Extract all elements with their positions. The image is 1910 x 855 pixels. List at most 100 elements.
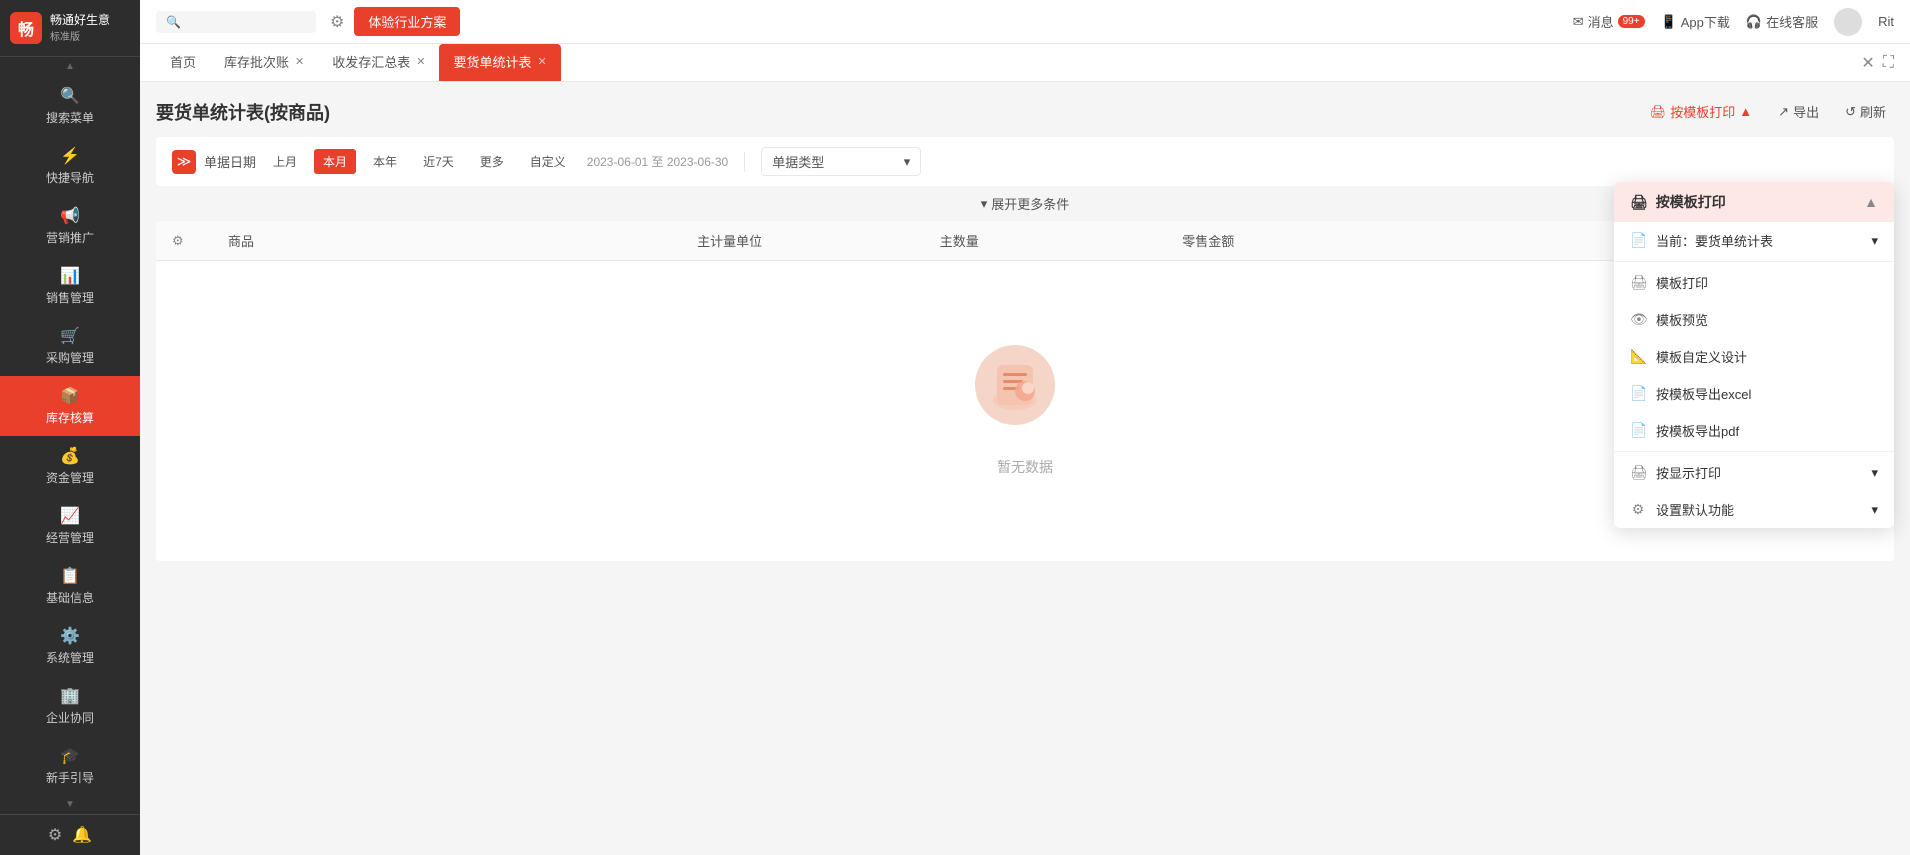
- trial-button[interactable]: 体验行业方案: [354, 7, 460, 36]
- column-qty: 主数量: [940, 231, 1167, 250]
- export-icon: ↗: [1778, 104, 1789, 120]
- newbie-icon: 🎓: [60, 746, 80, 766]
- finance-icon: 💰: [60, 446, 80, 466]
- set-default-icon: ⚙: [1630, 501, 1646, 518]
- quick-nav-icon: ⚡: [60, 146, 80, 166]
- sidebar-item-enterprise[interactable]: 🏢 企业协同: [0, 676, 140, 736]
- topbar: 🔍 ⚙ 体验行业方案 ✉ 消息 99+ 📱 App下载 🎧 在线客服 Rit: [140, 0, 1910, 44]
- sidebar-scroll-up[interactable]: ▲: [0, 57, 140, 76]
- avatar[interactable]: [1834, 8, 1862, 36]
- purchase-icon: 🛒: [60, 326, 80, 346]
- topbar-right: ✉ 消息 99+ 📱 App下载 🎧 在线客服 Rit: [1573, 8, 1894, 36]
- sidebar-item-newbie[interactable]: 🎓 新手引导: [0, 736, 140, 795]
- topbar-gear-icon[interactable]: ⚙: [330, 12, 344, 32]
- dropdown-template-print[interactable]: 🖨 模板打印: [1614, 264, 1894, 301]
- empty-text: 暂无数据: [997, 457, 1053, 477]
- dropdown-header: 🖨 按模板打印 ▲: [1614, 182, 1894, 222]
- tab-close-all-icon[interactable]: ✕: [1861, 53, 1874, 73]
- app-download-button[interactable]: 📱 App下载: [1661, 12, 1730, 31]
- dropdown-current-icon: 📄: [1630, 232, 1646, 249]
- template-design-icon: 📐: [1630, 348, 1646, 365]
- column-amount: 零售金额: [1182, 231, 1409, 250]
- sidebar-item-quick-nav[interactable]: ⚡ 快捷导航: [0, 136, 140, 196]
- expand-more-button[interactable]: ▾ 展开更多条件: [981, 194, 1070, 213]
- page-actions: 🖨 按模板打印 ▲ ↗ 导出 ↺ 刷新: [1642, 98, 1894, 125]
- filter-expand-icon[interactable]: ≫: [172, 150, 196, 174]
- dropdown-template-preview[interactable]: 👁 模板预览: [1614, 301, 1894, 338]
- print-template-button[interactable]: 🖨 按模板打印 ▲: [1642, 98, 1760, 125]
- column-unit: 主计量单位: [697, 231, 924, 250]
- tab-close-batch-account[interactable]: ✕: [295, 55, 304, 68]
- page-header: 要货单统计表(按商品) 🖨 按模板打印 ▲ ↗ 导出 ↺ 刷新: [156, 98, 1894, 125]
- empty-image: [975, 345, 1075, 445]
- order-type-select[interactable]: 单据类型 ▾: [761, 147, 921, 176]
- sidebar-scroll-down[interactable]: ▼: [0, 795, 140, 814]
- sidebar-item-marketing[interactable]: 📢 营销推广: [0, 196, 140, 256]
- sidebar-item-inventory[interactable]: 📦 库存核算: [0, 376, 140, 436]
- app-download-icon: 📱: [1661, 14, 1677, 30]
- sidebar-logo: 畅 畅通好生意 标准版: [0, 0, 140, 57]
- export-excel-icon: 📄: [1630, 385, 1646, 402]
- date-btn-current-month[interactable]: 本月: [314, 149, 356, 174]
- sidebar-item-finance[interactable]: 💰 资金管理: [0, 436, 140, 496]
- sidebar-item-system[interactable]: ⚙️ 系统管理: [0, 616, 140, 676]
- tab-close-order-stats[interactable]: ✕: [538, 55, 547, 68]
- sidebar-item-purchase[interactable]: 🛒 采购管理: [0, 316, 140, 376]
- tabs-right-controls: ✕ ⛶: [1861, 53, 1894, 73]
- dropdown-menu: 🖨 按模板打印 ▲ 📄 当前：要货单统计表 ▾ 🖨 模板打印 👁 模板预览: [1614, 182, 1894, 528]
- sidebar: 畅 畅通好生意 标准版 ▲ 🔍 搜索菜单 ⚡ 快捷导航 📢 营销推广 📊 销售管…: [0, 0, 140, 855]
- filter-bar: ≫ 单据日期 上月 本月 本年 近7天 更多 自定义 2023-06-01 至 …: [156, 137, 1894, 186]
- date-range-display: 2023-06-01 至 2023-06-30: [587, 153, 728, 170]
- search-icon: 🔍: [60, 86, 80, 106]
- enterprise-icon: 🏢: [60, 686, 80, 706]
- dropdown-divider-1: [1614, 261, 1894, 262]
- basic-icon: 📋: [60, 566, 80, 586]
- refresh-icon: ↺: [1845, 104, 1856, 120]
- set-default-arrow: ▾: [1871, 502, 1878, 518]
- online-service-button[interactable]: 🎧 在线客服: [1746, 12, 1818, 31]
- dropdown-set-default[interactable]: ⚙ 设置默认功能 ▾: [1614, 491, 1894, 528]
- display-print-icon: 🖨: [1630, 464, 1646, 481]
- dropdown-export-pdf[interactable]: 📄 按模板导出pdf: [1614, 412, 1894, 449]
- refresh-button[interactable]: ↺ 刷新: [1837, 98, 1894, 125]
- export-button[interactable]: ↗ 导出: [1770, 98, 1827, 125]
- export-pdf-icon: 📄: [1630, 422, 1646, 439]
- display-print-arrow: ▾: [1871, 465, 1878, 481]
- topbar-search[interactable]: 🔍: [156, 11, 316, 33]
- dropdown-template-design[interactable]: 📐 模板自定义设计: [1614, 338, 1894, 375]
- marketing-icon: 📢: [60, 206, 80, 226]
- tab-expand-icon[interactable]: ⛶: [1883, 54, 1894, 72]
- column-settings-icon[interactable]: ⚙: [172, 233, 212, 249]
- settings-icon[interactable]: ⚙: [48, 825, 62, 845]
- date-btn-current-year[interactable]: 本年: [364, 149, 406, 174]
- tab-batch-account[interactable]: 库存批次账 ✕: [210, 44, 318, 81]
- sidebar-nav: 🔍 搜索菜单 ⚡ 快捷导航 📢 营销推广 📊 销售管理 🛒 采购管理 📦 库存核…: [0, 76, 140, 795]
- sound-icon[interactable]: 🔔: [72, 825, 92, 845]
- dropdown-display-print[interactable]: 🖨 按显示打印 ▾: [1614, 454, 1894, 491]
- main-area: 🔍 ⚙ 体验行业方案 ✉ 消息 99+ 📱 App下载 🎧 在线客服 Rit: [140, 0, 1910, 855]
- column-product: 商品: [228, 231, 681, 250]
- date-btn-last-7days[interactable]: 近7天: [414, 149, 463, 174]
- date-btn-prev-month[interactable]: 上月: [264, 149, 306, 174]
- sidebar-item-operation[interactable]: 📈 经营管理: [0, 496, 140, 556]
- date-btn-custom[interactable]: 自定义: [521, 149, 575, 174]
- sidebar-item-sales[interactable]: 📊 销售管理: [0, 256, 140, 316]
- sidebar-item-search[interactable]: 🔍 搜索菜单: [0, 76, 140, 136]
- dropdown-export-excel[interactable]: 📄 按模板导出excel: [1614, 375, 1894, 412]
- tabs-bar: 首页 库存批次账 ✕ 收发存汇总表 ✕ 要货单统计表 ✕ ✕ ⛶: [140, 44, 1910, 82]
- empty-image-icon: [975, 345, 1055, 425]
- filter-divider: [744, 152, 745, 172]
- sales-icon: 📊: [60, 266, 80, 286]
- dropdown-divider-2: [1614, 451, 1894, 452]
- sidebar-item-basic[interactable]: 📋 基础信息: [0, 556, 140, 616]
- tab-receipt-summary[interactable]: 收发存汇总表 ✕: [318, 44, 439, 81]
- date-btn-more[interactable]: 更多: [471, 149, 513, 174]
- tab-order-stats[interactable]: 要货单统计表 ✕: [439, 44, 560, 81]
- dropdown-current-item[interactable]: 📄 当前：要货单统计表 ▾: [1614, 222, 1894, 259]
- dropdown-chevron-icon[interactable]: ▲: [1864, 194, 1878, 210]
- tab-home[interactable]: 首页: [156, 44, 210, 81]
- message-button[interactable]: ✉ 消息 99+: [1573, 12, 1645, 31]
- tab-close-receipt-summary[interactable]: ✕: [416, 55, 425, 68]
- expand-more-icon: ▾: [981, 196, 988, 212]
- template-preview-icon: 👁: [1630, 311, 1646, 328]
